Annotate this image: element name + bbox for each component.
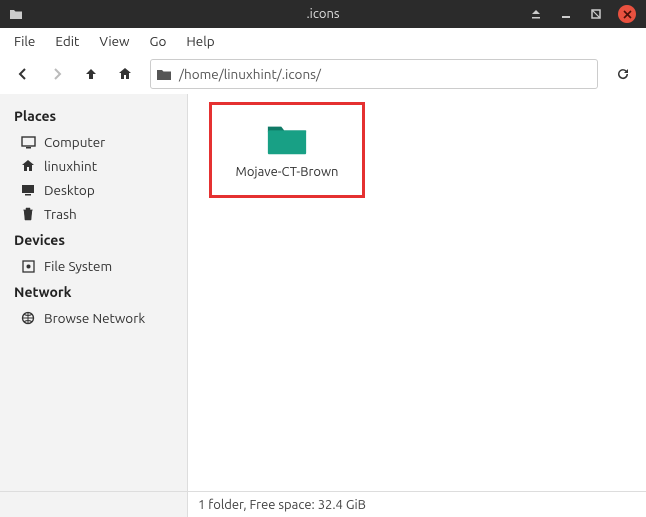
sidebar-item-browse-network[interactable]: Browse Network bbox=[6, 306, 181, 330]
places-header: Places bbox=[6, 102, 181, 130]
reload-button[interactable] bbox=[608, 59, 638, 89]
forward-button[interactable] bbox=[42, 59, 72, 89]
sidebar-item-trash[interactable]: Trash bbox=[6, 202, 181, 226]
menubar: File Edit View Go Help bbox=[0, 28, 646, 54]
sidebar-item-label: Trash bbox=[44, 206, 77, 222]
status-spacer bbox=[0, 492, 188, 517]
home-icon bbox=[20, 158, 36, 174]
menu-help[interactable]: Help bbox=[178, 30, 222, 52]
up-button[interactable] bbox=[76, 59, 106, 89]
toolbar: /home/linuxhint/.icons/ bbox=[0, 54, 646, 94]
sidebar-item-label: File System bbox=[44, 258, 112, 274]
statusbar: 1 folder, Free space: 32.4 GiB bbox=[0, 491, 646, 517]
location-bar[interactable]: /home/linuxhint/.icons/ bbox=[150, 59, 598, 89]
close-button[interactable] bbox=[618, 5, 636, 23]
file-view[interactable]: Mojave-CT-Brown bbox=[188, 94, 646, 491]
window-title: .icons bbox=[306, 7, 339, 21]
monitor-icon bbox=[20, 134, 36, 150]
sidebar-item-home[interactable]: linuxhint bbox=[6, 154, 181, 178]
sidebar-item-desktop[interactable]: Desktop bbox=[6, 178, 181, 202]
menu-view[interactable]: View bbox=[91, 30, 137, 52]
status-text: 1 folder, Free space: 32.4 GiB bbox=[188, 498, 366, 512]
sidebar: Places Computer linuxhint bbox=[0, 94, 188, 491]
globe-icon bbox=[20, 310, 36, 326]
sidebar-item-label: linuxhint bbox=[44, 158, 97, 174]
sidebar-item-label: Desktop bbox=[44, 182, 95, 198]
window-controls bbox=[528, 5, 646, 23]
folder-icon bbox=[8, 6, 24, 22]
sidebar-item-label: Browse Network bbox=[44, 310, 145, 326]
menu-go[interactable]: Go bbox=[142, 30, 175, 52]
sidebar-item-computer[interactable]: Computer bbox=[6, 130, 181, 154]
folder-icon bbox=[155, 67, 173, 81]
content-area: Places Computer linuxhint bbox=[0, 94, 646, 491]
keep-above-button[interactable] bbox=[528, 6, 544, 22]
folder-label[interactable]: Mojave-CT-Brown bbox=[236, 165, 339, 179]
file-manager-window: .icons File Edit View Go Help bbox=[0, 0, 646, 517]
location-path: /home/linuxhint/.icons/ bbox=[179, 66, 321, 82]
desktop-icon bbox=[20, 182, 36, 198]
disk-icon bbox=[20, 258, 36, 274]
trash-icon bbox=[20, 206, 36, 222]
menu-edit[interactable]: Edit bbox=[47, 30, 87, 52]
titlebar: .icons bbox=[0, 0, 646, 28]
folder-icon[interactable] bbox=[265, 121, 309, 157]
window-content: File Edit View Go Help / bbox=[0, 28, 646, 517]
folder-item-highlight: Mojave-CT-Brown bbox=[209, 102, 365, 198]
devices-header: Devices bbox=[6, 226, 181, 254]
menu-file[interactable]: File bbox=[6, 30, 43, 52]
network-header: Network bbox=[6, 278, 181, 306]
maximize-button[interactable] bbox=[588, 6, 604, 22]
back-button[interactable] bbox=[8, 59, 38, 89]
sidebar-item-label: Computer bbox=[44, 134, 105, 150]
sidebar-item-filesystem[interactable]: File System bbox=[6, 254, 181, 278]
minimize-button[interactable] bbox=[558, 6, 574, 22]
home-button[interactable] bbox=[110, 59, 140, 89]
